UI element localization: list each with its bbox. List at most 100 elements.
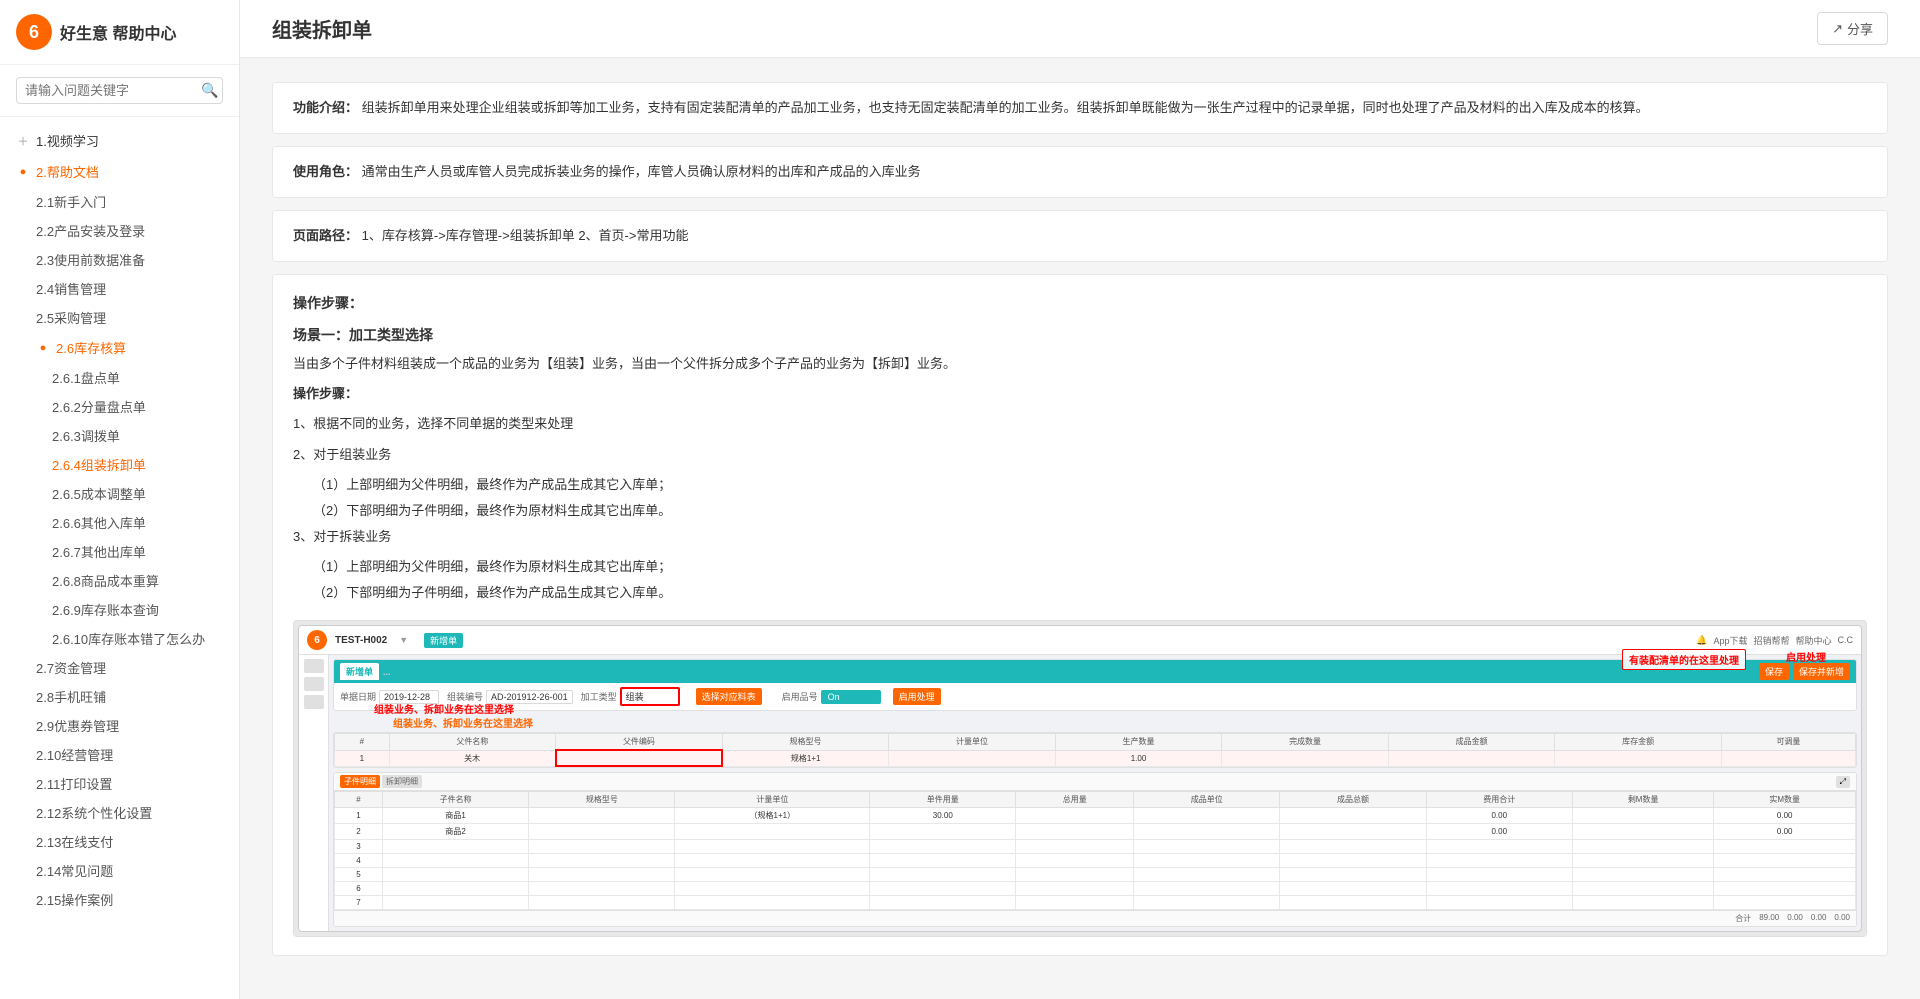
sidebar-item-install[interactable]: 2.2产品安装及登录: [36, 216, 239, 245]
upper-th-parent-name: 父件名称: [389, 734, 556, 751]
upper-cell-prodqty-1: 1.00: [1055, 750, 1222, 766]
logo-area: 6 好生意 帮助中心: [0, 0, 239, 65]
search-area: 🔍: [0, 65, 239, 117]
sidebar-item-docs[interactable]: ● 2.帮助文档: [0, 156, 239, 187]
step2-label: 2、对于组装业务: [293, 444, 1867, 466]
sidebar-item-faq[interactable]: 2.14常见问题: [36, 856, 239, 885]
expand-icon-video: ＋: [16, 134, 30, 148]
share-label: 分享: [1847, 19, 1873, 38]
app-tab-active[interactable]: 新增单: [424, 633, 463, 648]
step1: 1、根据不同的业务，选择不同单据的类型来处理: [293, 413, 1867, 435]
scenario1-title: 场景一：加工类型选择: [293, 325, 1867, 345]
sidebar-sub-docs: 2.1新手入门 2.2产品安装及登录 2.3使用前数据准备 2.4销售管理 2.…: [0, 187, 239, 914]
sidebar-item-adjust[interactable]: 2.6.3调拨单: [52, 421, 239, 450]
app-sidebar-icon-2: [304, 677, 324, 691]
app-btn-process[interactable]: 启用处理: [893, 688, 941, 705]
upper-cell-no-1: 1: [335, 750, 390, 766]
lower-row-6: 6: [335, 882, 1856, 896]
lower-table-tabs: 子件明细 拆卸明细: [340, 775, 422, 788]
app-btn-select-bom[interactable]: 选择对应料表: [696, 688, 762, 705]
ops-label: 操作步骤：: [293, 293, 1867, 313]
status-label: 启用品号: [782, 690, 818, 703]
upper-cell-unit-1: [889, 750, 1056, 766]
app-form-tab-other[interactable]: ...: [383, 667, 391, 677]
lower-th-no: #: [335, 792, 383, 808]
upper-th-stock-amt: 库存金额: [1555, 734, 1722, 751]
sidebar-item-ops[interactable]: 2.10经营管理: [36, 740, 239, 769]
app-sidebar-mini: [299, 655, 329, 931]
upper-th-no: #: [335, 734, 390, 751]
lower-tab-disassemble[interactable]: 拆卸明细: [382, 775, 422, 788]
upper-row-1: 1 关木 规格1+1 1.00: [335, 750, 1856, 766]
type-value[interactable]: 组装: [620, 687, 680, 706]
lower-table-container: 子件明细 拆卸明细 ⤢: [333, 772, 1857, 927]
lower-row-1: 1 商品1 （规格1+1） 30.00: [335, 808, 1856, 824]
app-sidebar-icon-3: [304, 695, 324, 709]
sidebar-item-inventory[interactable]: ● 2.6库存核算: [36, 332, 239, 363]
role-label: 使用角色：: [293, 164, 358, 179]
lower-th-prod-unit: 成品单位: [1134, 792, 1280, 808]
lower-table-header: 子件明细 拆卸明细 ⤢: [334, 773, 1856, 791]
sidebar-item-coupon[interactable]: 2.9优惠券管理: [36, 711, 239, 740]
screenshot-wrapper: 6 TEST-H002 ▼ 新增单 🔔 App下载 招销帮帮: [293, 620, 1867, 937]
role-block: 使用角色： 通常由生产人员或库管人员完成拆装业务的操作，库管人员确认原材料的出库…: [272, 146, 1888, 198]
sidebar-item-mobile[interactable]: 2.8手机旺铺: [36, 682, 239, 711]
steps-section: 操作步骤： 场景一：加工类型选择 当由多个子件材料组装成一个成品的业务为【组装】…: [272, 274, 1888, 956]
upper-cell-stockamt-1: [1555, 750, 1722, 766]
sidebar-item-sales[interactable]: 2.4销售管理: [36, 274, 239, 303]
nav-tree: ＋ 1.视频学习 ● 2.帮助文档 2.1新手入门 2.2产品安装及登录 2.3…: [0, 117, 239, 999]
sidebar-item-stocktake[interactable]: 2.6.1盘点单: [52, 363, 239, 392]
share-button[interactable]: ↗ 分享: [1817, 12, 1888, 45]
lower-expand-btn[interactable]: ⤢: [1836, 776, 1850, 788]
sidebar-item-assemble[interactable]: 2.6.4组装拆卸单: [52, 450, 239, 479]
sidebar-item-other-in[interactable]: 2.6.6其他入库单: [52, 508, 239, 537]
sidebar-item-cases[interactable]: 2.15操作案例: [36, 885, 239, 914]
step3-label: 3、对于拆装业务: [293, 526, 1867, 548]
lower-tab-child[interactable]: 子件明细: [340, 775, 380, 788]
sidebar-item-partial-stocktake[interactable]: 2.6.2分量盘点单: [52, 392, 239, 421]
sidebar-item-other-out[interactable]: 2.6.7其他出库单: [52, 537, 239, 566]
upper-cell-name-1: 关木: [389, 750, 556, 766]
upper-table: # 父件名称 父件编码 规格型号 计量单位 生产数量 完成数量: [333, 732, 1857, 768]
lower-table: 子件明细 拆卸明细 ⤢: [333, 772, 1857, 927]
intro-label: 功能介绍：: [293, 100, 358, 115]
app-form-tab-new[interactable]: 新增单: [340, 663, 379, 680]
page-title: 组装拆卸单: [272, 14, 372, 43]
upper-cell-avail-1: [1721, 750, 1855, 766]
upper-cell-prodamt-1: [1388, 750, 1555, 766]
sidebar-item-data-prep[interactable]: 2.3使用前数据准备: [36, 245, 239, 274]
search-button[interactable]: 🔍: [201, 82, 218, 99]
step3-sub1: （1）上部明细为父件明细，最终作为原材料生成其它出库单；: [313, 556, 1867, 578]
app-content-area: 新增单 ... 保存 保存并新增 单据日期: [299, 655, 1861, 931]
app-btn-save-new[interactable]: 保存并新增: [1793, 663, 1850, 680]
logo-icon: 6: [16, 14, 52, 50]
sidebar-label-inventory: 2.6库存核算: [56, 338, 126, 357]
lower-row-4: 4: [335, 854, 1856, 868]
upper-data-table: # 父件名称 父件编码 规格型号 计量单位 生产数量 完成数量: [334, 733, 1856, 767]
sidebar-item-purchase[interactable]: 2.5采购管理: [36, 303, 239, 332]
app-btn-save[interactable]: 保存: [1759, 663, 1789, 680]
step2-sub1: （1）上部明细为父件明细，最终作为产成品生成其它入库单；: [313, 474, 1867, 496]
sidebar-item-print[interactable]: 2.11打印设置: [36, 769, 239, 798]
lower-th-actual-qty: 实M数量: [1714, 792, 1856, 808]
status-value[interactable]: On: [821, 690, 881, 704]
share-icon: ↗: [1832, 21, 1843, 37]
search-input[interactable]: [25, 83, 201, 98]
search-box[interactable]: 🔍: [16, 77, 223, 104]
sidebar-item-stock-check[interactable]: 2.6.9库存账本查询: [52, 595, 239, 624]
lower-row-2: 2 商品2: [335, 824, 1856, 840]
sidebar-label-docs: 2.帮助文档: [36, 162, 99, 181]
sidebar-item-fund[interactable]: 2.7资金管理: [36, 653, 239, 682]
sidebar-item-custom[interactable]: 2.12系统个性化设置: [36, 798, 239, 827]
content-area: 功能介绍： 组装拆卸单用来处理企业组装或拆卸等加工业务，支持有固定装配清单的产品…: [240, 58, 1920, 999]
sidebar-item-video[interactable]: ＋ 1.视频学习: [0, 125, 239, 156]
app-breadcrumb-separator: ▼: [399, 635, 408, 645]
lower-row-5: 5: [335, 868, 1856, 882]
sidebar-item-cost-calc[interactable]: 2.6.8商品成本重算: [52, 566, 239, 595]
upper-th-prod-qty: 生产数量: [1055, 734, 1222, 751]
sidebar-item-online-pay[interactable]: 2.13在线支付: [36, 827, 239, 856]
sidebar-item-new-user[interactable]: 2.1新手入门: [36, 187, 239, 216]
app-sidebar-icon-1: [304, 659, 324, 673]
sidebar-item-cost-adjust[interactable]: 2.6.5成本调整单: [52, 479, 239, 508]
sidebar-item-stock-error[interactable]: 2.6.10库存账本错了怎么办: [52, 624, 239, 653]
